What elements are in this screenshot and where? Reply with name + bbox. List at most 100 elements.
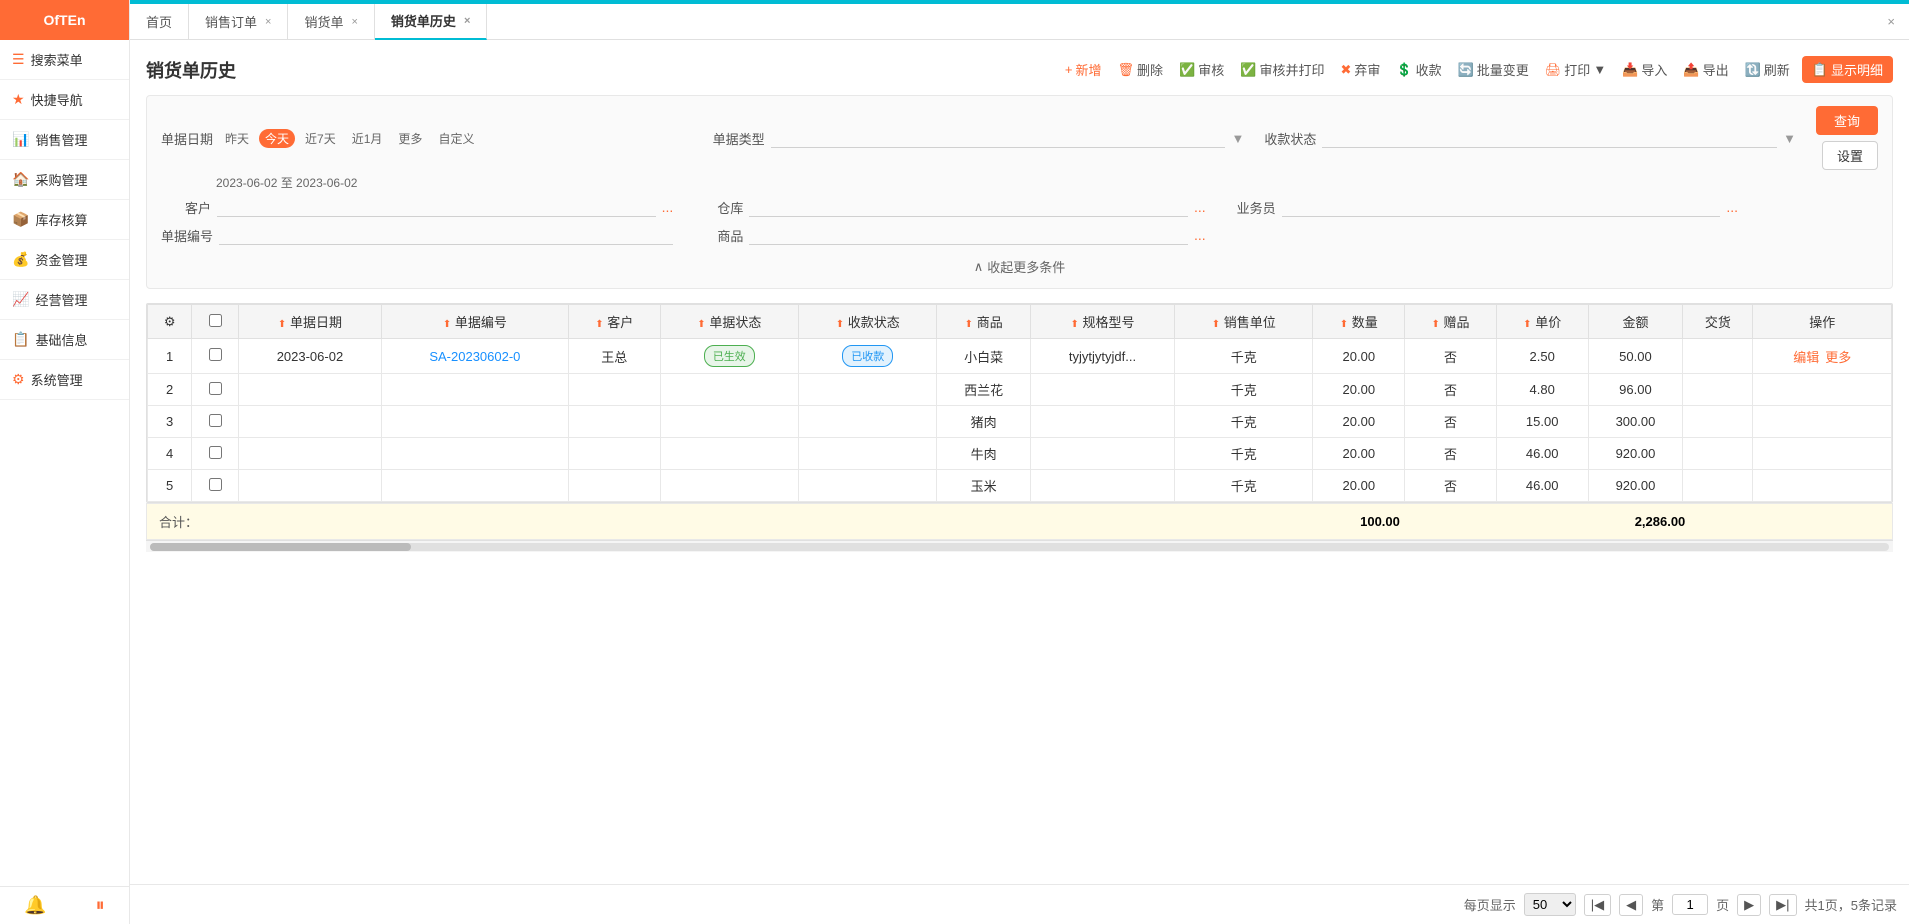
abandon-button[interactable]: ✖ 弃审 <box>1336 58 1384 81</box>
th-doc-date[interactable]: ⬆ 单据日期 <box>239 305 382 339</box>
cell-gift: 否 <box>1405 339 1497 374</box>
close-sales-order-tab[interactable]: × <box>265 16 271 28</box>
collapse-button[interactable]: ∧ 收起更多条件 <box>161 253 1878 278</box>
export-button[interactable]: 📤 导出 <box>1679 58 1732 81</box>
customer-dots-icon[interactable]: ... <box>662 199 674 215</box>
tab-home[interactable]: 首页 <box>130 4 189 40</box>
tab-sales-order[interactable]: 销售订单 × <box>189 4 288 40</box>
cell-checkbox[interactable] <box>192 438 239 470</box>
goods-input[interactable] <box>749 225 1188 245</box>
batch-change-button[interactable]: 🔄 批量变更 <box>1454 58 1533 81</box>
cell-checkbox[interactable] <box>192 339 239 374</box>
doc-no-link[interactable]: SA-20230602-0 <box>429 349 520 364</box>
prev-page-button[interactable]: ◀ <box>1619 894 1643 916</box>
sidebar-item-system-mgmt[interactable]: ⚙ 系统管理 <box>0 360 129 400</box>
audit-print-label: 审核并打印 <box>1259 60 1324 79</box>
th-spec-type[interactable]: ⬆ 规格型号 <box>1030 305 1174 339</box>
last1m-btn[interactable]: 近1月 <box>346 129 389 148</box>
horizontal-scrollbar[interactable] <box>146 540 1893 552</box>
close-sales-history-tab[interactable]: × <box>464 15 470 27</box>
doc-type-input[interactable] <box>771 128 1226 148</box>
cell-checkbox[interactable] <box>192 406 239 438</box>
tab-sales-delivery[interactable]: 销货单 × <box>288 4 374 40</box>
sidebar-item-inventory-calc[interactable]: 📦 库存核算 <box>0 200 129 240</box>
doc-type-dropdown-icon[interactable]: ▼ <box>1231 131 1244 146</box>
th-checkbox[interactable] <box>192 305 239 339</box>
table-body: 12023-06-02SA-20230602-0王总已生效已收款小白菜tyjyt… <box>148 339 1892 502</box>
th-customer[interactable]: ⬆ 客户 <box>568 305 660 339</box>
collect-status-dropdown-icon[interactable]: ▼ <box>1783 131 1796 146</box>
scrollbar-thumb[interactable] <box>150 543 411 551</box>
notification-icon[interactable]: 🔔 <box>24 895 46 916</box>
th-doc-status[interactable]: ⬆ 单据状态 <box>660 305 798 339</box>
th-unit-price[interactable]: ⬆ 单价 <box>1496 305 1588 339</box>
action-btn-0[interactable]: 编辑 <box>1793 350 1819 365</box>
show-detail-button[interactable]: 📋 显示明细 <box>1802 56 1893 83</box>
last-page-button[interactable]: ▶| <box>1769 894 1796 916</box>
action-btn-1[interactable]: 更多 <box>1825 350 1851 365</box>
cell-doc-no <box>381 406 568 438</box>
delete-button[interactable]: 🗑 删除 <box>1114 58 1168 81</box>
select-all-checkbox[interactable] <box>209 314 222 327</box>
customer-input[interactable] <box>217 197 656 217</box>
staff-input[interactable] <box>1282 197 1721 217</box>
sidebar-item-purchase-mgmt[interactable]: 🏠 采购管理 <box>0 160 129 200</box>
row-checkbox[interactable] <box>209 414 222 427</box>
sidebar-item-quick-nav[interactable]: ★ 快捷导航 <box>0 80 129 120</box>
footer-label: 合计： <box>159 512 198 531</box>
sidebar-item-sales-mgmt[interactable]: 📊 销售管理 <box>0 120 129 160</box>
sidebar-item-operations-mgmt[interactable]: 📈 经营管理 <box>0 280 129 320</box>
first-page-button[interactable]: |◀ <box>1584 894 1611 916</box>
goods-dots-icon[interactable]: ... <box>1194 227 1206 243</box>
collect-button[interactable]: 💲 收款 <box>1392 58 1445 81</box>
today-btn[interactable]: 今天 <box>259 129 295 148</box>
row-checkbox[interactable] <box>209 446 222 459</box>
close-sales-delivery-tab[interactable]: × <box>351 16 357 28</box>
doc-no-input[interactable] <box>219 225 673 245</box>
cell-transaction <box>1683 406 1753 438</box>
pause-icon[interactable]: ⏸ <box>96 895 105 916</box>
audit-button[interactable]: ✅ 审核 <box>1175 58 1228 81</box>
new-button[interactable]: + 新增 <box>1061 58 1106 81</box>
page-number-input[interactable] <box>1672 894 1708 915</box>
staff-dots-icon[interactable]: ... <box>1726 199 1738 215</box>
th-doc-no[interactable]: ⬆ 单据编号 <box>381 305 568 339</box>
table-footer: 合计： 100.00 2,286.00 <box>146 503 1893 540</box>
cell-goods: 西兰花 <box>937 374 1030 406</box>
refresh-button[interactable]: 🔃 刷新 <box>1741 58 1794 81</box>
tab-sales-history-label: 销货单历史 <box>391 11 456 30</box>
cell-goods: 牛肉 <box>937 438 1030 470</box>
import-button[interactable]: 📥 导入 <box>1618 58 1671 81</box>
th-sales-unit[interactable]: ⬆ 销售单位 <box>1175 305 1313 339</box>
row-checkbox[interactable] <box>209 382 222 395</box>
custom-btn[interactable]: 自定义 <box>432 129 480 148</box>
more-btn[interactable]: 更多 <box>392 129 428 148</box>
last7-btn[interactable]: 近7天 <box>299 129 342 148</box>
sidebar-item-finance-mgmt[interactable]: 💰 资金管理 <box>0 240 129 280</box>
close-all-tabs[interactable]: × <box>1873 14 1909 29</box>
tab-sales-history[interactable]: 销货单历史 × <box>375 4 487 40</box>
row-checkbox[interactable] <box>209 478 222 491</box>
print-button[interactable]: 🖨 打印 ▼ <box>1541 58 1610 81</box>
warehouse-input[interactable] <box>749 197 1188 217</box>
warehouse-dots-icon[interactable]: ... <box>1194 199 1206 215</box>
sidebar-item-base-info[interactable]: 📋 基础信息 <box>0 320 129 360</box>
row-checkbox[interactable] <box>209 348 222 361</box>
th-gear[interactable]: ⚙ <box>148 305 192 339</box>
th-gift[interactable]: ⬆ 赠品 <box>1405 305 1497 339</box>
audit-print-button[interactable]: ✅ 审核并打印 <box>1236 58 1328 81</box>
yesterday-btn[interactable]: 昨天 <box>219 129 255 148</box>
next-page-button[interactable]: ▶ <box>1737 894 1761 916</box>
per-page-select[interactable]: 50 20 100 <box>1524 893 1576 916</box>
cell-checkbox[interactable] <box>192 374 239 406</box>
cell-amount: 300.00 <box>1588 406 1683 438</box>
cell-transaction <box>1683 374 1753 406</box>
cell-checkbox[interactable] <box>192 470 239 502</box>
setting-button[interactable]: 设置 <box>1822 141 1878 170</box>
collect-status-input[interactable] <box>1322 128 1777 148</box>
th-collect-status[interactable]: ⬆ 收款状态 <box>799 305 937 339</box>
th-goods[interactable]: ⬆ 商品 <box>937 305 1030 339</box>
query-button[interactable]: 查询 <box>1816 106 1878 135</box>
th-quantity[interactable]: ⬆ 数量 <box>1313 305 1405 339</box>
sidebar-item-search-menu[interactable]: ☰ 搜索菜单 <box>0 40 129 80</box>
